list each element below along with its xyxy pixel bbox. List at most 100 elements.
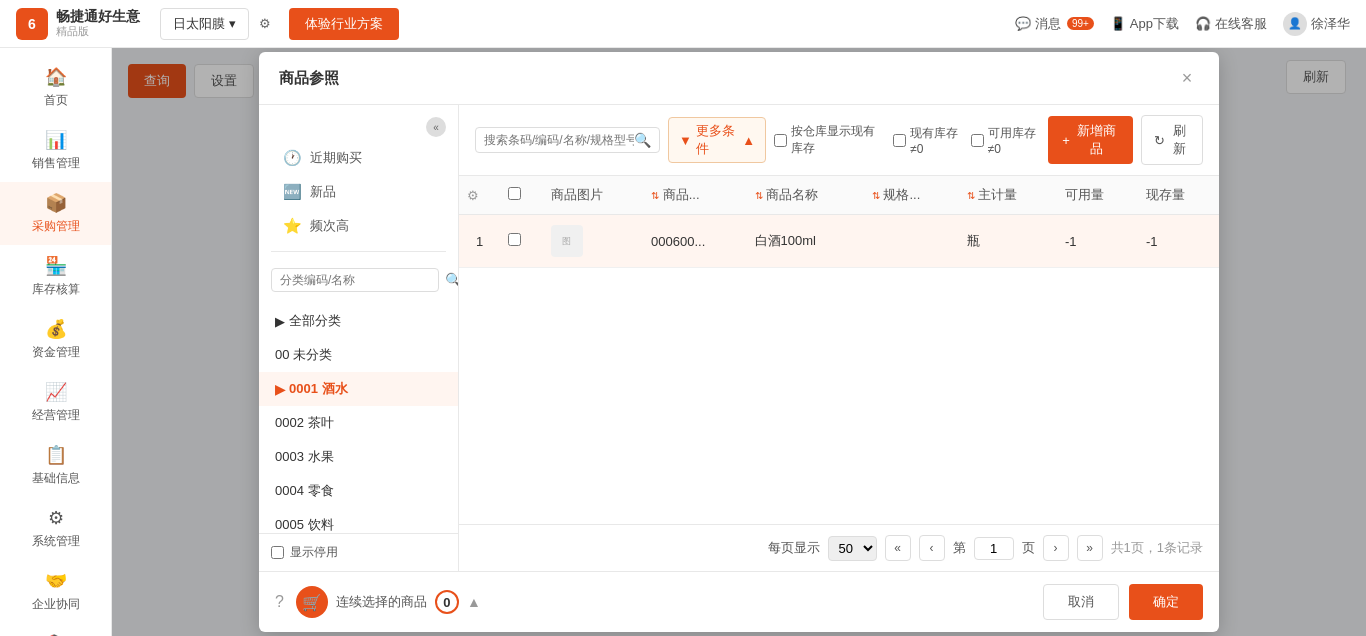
per-page-label: 每页显示 xyxy=(768,539,820,557)
add-product-btn[interactable]: + 新增商品 xyxy=(1048,116,1132,164)
sort-icon-unit: ⇅ xyxy=(967,190,975,201)
category-list: ▶ 全部分类 00 未分类 ▶ 0001 酒水 0002 xyxy=(259,300,458,533)
cell-spec xyxy=(864,215,959,268)
product-table: ⚙ 商品图片 ⇅ 商品... ⇅ xyxy=(459,176,1219,268)
expand-icon[interactable]: ▲ xyxy=(467,594,481,610)
cell-unit: 瓶 xyxy=(959,215,1057,268)
product-search-icon[interactable]: 🔍 xyxy=(634,132,651,148)
refresh-icon: ↻ xyxy=(1154,133,1165,148)
tab-recent-purchase[interactable]: 🕐 近期购买 xyxy=(271,141,446,175)
messages-btn[interactable]: 💬 消息 99+ xyxy=(1015,15,1094,33)
sort-icon-spec: ⇅ xyxy=(872,190,880,201)
th-unit[interactable]: ⇅ 主计量 xyxy=(959,176,1057,215)
plus-icon: + xyxy=(1062,133,1070,148)
th-image: 商品图片 xyxy=(543,176,643,215)
main-content: 查询 设置 刷新 商品参照 × xyxy=(112,48,1366,636)
nav-dropdown[interactable]: 日太阳膜 ▾ xyxy=(160,8,249,40)
star-icon: ⭐ xyxy=(283,217,302,235)
tab-new-product[interactable]: 🆕 新品 xyxy=(271,175,446,209)
modal-overlay: 商品参照 × « 🕐 近期购买 xyxy=(112,48,1366,636)
prev-page-btn[interactable]: ‹ xyxy=(919,535,945,561)
sidebar-label-purchase: 采购管理 xyxy=(32,218,80,235)
th-name[interactable]: ⇅ 商品名称 xyxy=(747,176,864,215)
messages-badge: 99+ xyxy=(1067,17,1094,30)
confirm-btn[interactable]: 确定 xyxy=(1129,584,1203,620)
sidebar-item-purchase[interactable]: 📦 采购管理 xyxy=(0,182,111,245)
app-download-btn[interactable]: 📱 App下载 xyxy=(1110,15,1179,33)
tab-frequent[interactable]: ⭐ 频次高 xyxy=(271,209,446,243)
show-disabled-checkbox[interactable] xyxy=(271,546,284,559)
total-info: 共1页，1条记录 xyxy=(1111,539,1203,557)
checkbox-available-stock[interactable]: 可用库存≠0 xyxy=(971,125,1041,156)
th-spec[interactable]: ⇅ 规格... xyxy=(864,176,959,215)
sidebar: 🏠 首页 📊 销售管理 📦 采购管理 🏪 库存核算 💰 资金管理 📈 经营管理 … xyxy=(0,48,112,636)
cat-item-0001[interactable]: ▶ 0001 酒水 xyxy=(259,372,458,406)
cell-name: 白酒100ml xyxy=(747,215,864,268)
collapse-btn[interactable]: « xyxy=(426,117,446,137)
product-image: 图 xyxy=(551,225,583,257)
th-code[interactable]: ⇅ 商品... xyxy=(643,176,746,215)
page-input[interactable] xyxy=(974,537,1014,560)
clock-icon: 🕐 xyxy=(283,149,302,167)
modal-footer: ? 🛒 连续选择的商品 0 ▲ 取消 确定 xyxy=(259,571,1219,632)
top-nav: 6 畅捷通好生意 精品版 日太阳膜 ▾ ⚙ 体验行业方案 💬 消息 99+ 📱 … xyxy=(0,0,1366,48)
cart-icon[interactable]: 🛒 xyxy=(296,586,328,618)
sidebar-label-ops: 经营管理 xyxy=(32,407,80,424)
modal: 商品参照 × « 🕐 近期购买 xyxy=(259,52,1219,632)
checkbox-existing-stock[interactable]: 现有库存≠0 xyxy=(893,125,963,156)
sidebar-item-finance[interactable]: 💰 资金管理 xyxy=(0,308,111,371)
row-checkbox[interactable] xyxy=(508,233,521,246)
th-checkbox xyxy=(500,176,543,215)
per-page-select[interactable]: 50 xyxy=(828,536,877,561)
modal-body: « 🕐 近期购买 🆕 新品 ⭐ xyxy=(259,105,1219,571)
th-settings[interactable]: ⚙ xyxy=(459,176,500,215)
cat-item-0002[interactable]: 0002 茶叶 xyxy=(259,406,458,440)
cat-item-0004[interactable]: 0004 零食 xyxy=(259,474,458,508)
sidebar-item-guide[interactable]: 📚 新手引导 xyxy=(0,623,111,636)
sidebar-label-sales: 销售管理 xyxy=(32,155,80,172)
sidebar-item-inventory[interactable]: 🏪 库存核算 xyxy=(0,245,111,308)
refresh-btn[interactable]: ↻ 刷新 xyxy=(1141,115,1203,165)
cat-item-00[interactable]: 00 未分类 xyxy=(259,338,458,372)
cell-code: 000600... xyxy=(643,215,746,268)
sidebar-item-sales[interactable]: 📊 销售管理 xyxy=(0,119,111,182)
new-icon: 🆕 xyxy=(283,183,302,201)
next-page-btn[interactable]: › xyxy=(1043,535,1069,561)
cart-area: 🛒 连续选择的商品 0 ▲ xyxy=(296,586,481,618)
sidebar-item-collab[interactable]: 🤝 企业协同 xyxy=(0,560,111,623)
category-search-icon[interactable]: 🔍 xyxy=(445,272,459,288)
cat-item-all[interactable]: ▶ 全部分类 xyxy=(259,304,458,338)
cell-checkbox[interactable] xyxy=(500,215,543,268)
filter-more-btn[interactable]: ▼ 更多条件 ▲ xyxy=(668,117,766,163)
sidebar-item-home[interactable]: 🏠 首页 xyxy=(0,56,111,119)
select-all-checkbox[interactable] xyxy=(508,187,521,200)
sort-icon-code: ⇅ xyxy=(651,190,659,201)
last-page-btn[interactable]: » xyxy=(1077,535,1103,561)
sidebar-label-basics: 基础信息 xyxy=(32,470,80,487)
table-row[interactable]: 1 图 000600... 白酒100ml xyxy=(459,215,1219,268)
filter-icon: ▼ xyxy=(679,133,692,148)
category-search-input[interactable] xyxy=(271,268,439,292)
checkbox-warehouse-stock[interactable]: 按仓库显示现有库存 xyxy=(774,123,885,157)
logo-name: 畅捷通好生意 xyxy=(56,8,140,25)
user-profile[interactable]: 👤 徐泽华 xyxy=(1283,12,1350,36)
cat-item-0005[interactable]: 0005 饮料 xyxy=(259,508,458,533)
online-service-btn[interactable]: 🎧 在线客服 xyxy=(1195,15,1267,33)
modal-close-btn[interactable]: × xyxy=(1175,66,1199,90)
table-settings-icon[interactable]: ⚙ xyxy=(467,188,479,203)
help-icon[interactable]: ? xyxy=(275,593,284,611)
product-search-input[interactable] xyxy=(484,133,634,147)
gear-btn[interactable]: ⚙ xyxy=(249,8,281,40)
sidebar-label-inventory: 库存核算 xyxy=(32,281,80,298)
sidebar-item-system[interactable]: ⚙ 系统管理 xyxy=(0,497,111,560)
sidebar-label-system: 系统管理 xyxy=(32,533,80,550)
sidebar-item-basics[interactable]: 📋 基础信息 xyxy=(0,434,111,497)
modal-left-panel: « 🕐 近期购买 🆕 新品 ⭐ xyxy=(259,105,459,571)
cancel-btn[interactable]: 取消 xyxy=(1043,584,1119,620)
trial-btn[interactable]: 体验行业方案 xyxy=(289,8,399,40)
first-page-btn[interactable]: « xyxy=(885,535,911,561)
modal-right-panel: 🔍 ▼ 更多条件 ▲ 按仓库显示现有库存 xyxy=(459,105,1219,571)
sidebar-item-ops[interactable]: 📈 经营管理 xyxy=(0,371,111,434)
cat-item-0003[interactable]: 0003 水果 xyxy=(259,440,458,474)
purchase-icon: 📦 xyxy=(45,192,67,214)
